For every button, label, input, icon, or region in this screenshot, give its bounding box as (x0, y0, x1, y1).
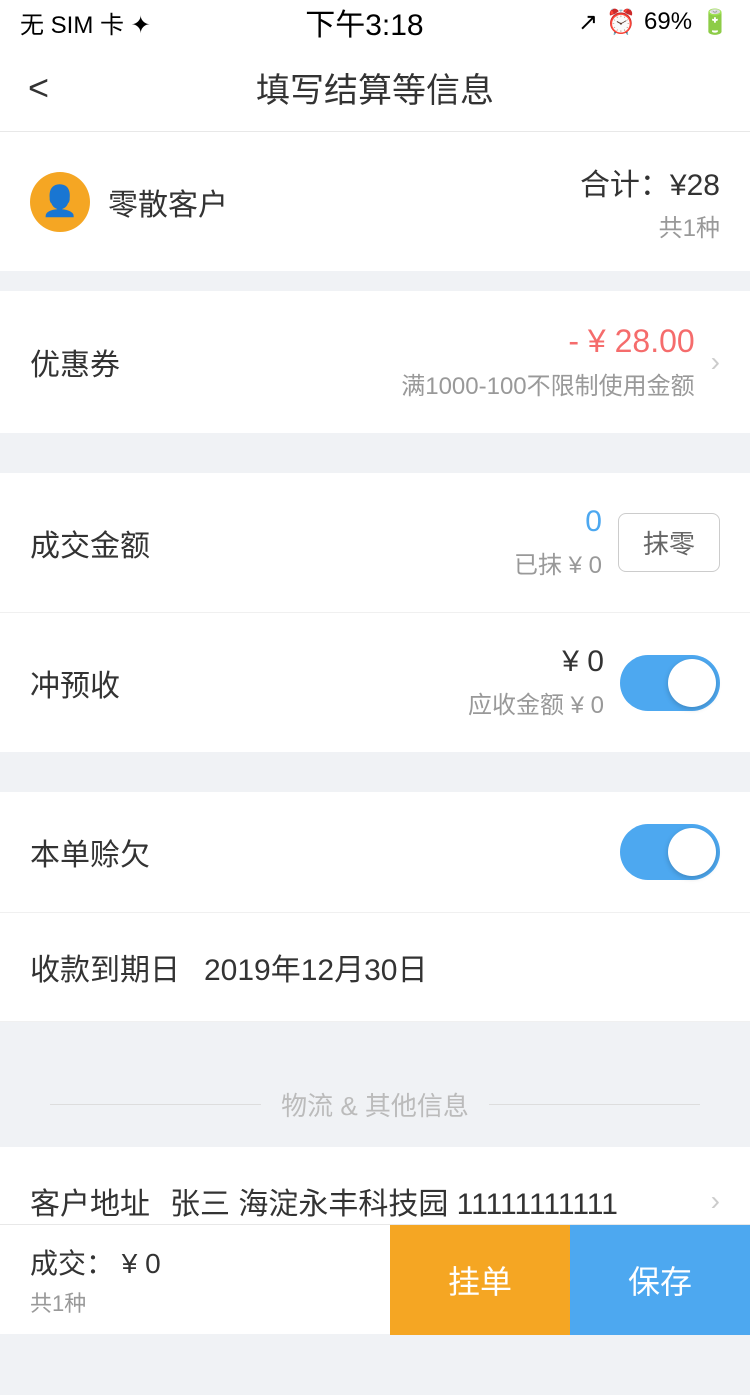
bottom-deal-label: 成交： (30, 1248, 114, 1279)
credit-right (620, 824, 720, 880)
logistics-separator: 物流 & 其他信息 (0, 1062, 750, 1147)
deal-amount-sub: 已抹 ¥ 0 (514, 545, 602, 580)
customer-left: 👤 零散客户 (30, 172, 228, 232)
chevron-right-icon: › (711, 346, 720, 378)
coupon-right: - ¥ 28.00 满1000-100不限制使用金额 › (401, 323, 720, 401)
customer-section: 👤 零散客户 合计：¥28 共1种 (0, 132, 750, 271)
location-icon: ↗ (578, 8, 598, 37)
logistics-label: 物流 & 其他信息 (281, 1086, 469, 1123)
status-left: 无 SIM 卡 ✦ (20, 5, 151, 40)
deal-section: 成交金额 0 已抹 ¥ 0 抹零 冲预收 ¥ 0 应收金额 ¥ 0 (0, 473, 750, 752)
bottom-deal-value: ¥ 0 (122, 1248, 161, 1279)
prepayment-value: ¥ 0 (468, 645, 604, 679)
address-chevron-icon: › (711, 1185, 720, 1217)
prepayment-row: 冲预收 ¥ 0 应收金额 ¥ 0 (0, 613, 750, 752)
address-value: 张三 海淀永丰科技园 11111111111 (170, 1179, 711, 1223)
prepayment-label: 冲预收 (30, 661, 120, 705)
coupon-label: 优惠券 (30, 340, 120, 384)
save-button[interactable]: 保存 (570, 1225, 750, 1335)
sim-status: 无 SIM 卡 ✦ (20, 5, 151, 40)
customer-name: 零散客户 (108, 180, 228, 224)
content-area: 👤 零散客户 合计：¥28 共1种 优惠券 - ¥ 28.00 满1000-10… (0, 132, 750, 1395)
battery-icon: 🔋 (700, 8, 730, 37)
credit-row: 本单赊欠 (0, 792, 750, 913)
avatar-icon: 👤 (41, 184, 78, 219)
coupon-row[interactable]: 优惠券 - ¥ 28.00 满1000-100不限制使用金额 › (0, 291, 750, 433)
deal-amount-row: 成交金额 0 已抹 ¥ 0 抹零 (0, 473, 750, 613)
due-date-value: 2019年12月30日 (204, 945, 427, 989)
bottom-deal-row: 成交： ¥ 0 (30, 1242, 360, 1282)
credit-label: 本单赊欠 (30, 830, 150, 874)
due-date-row: 收款到期日 2019年12月30日 (0, 913, 750, 1022)
coupon-discount: - ¥ 28.00 (401, 323, 694, 360)
status-bar: 无 SIM 卡 ✦ 下午3:18 ↗ ⏰ 69% 🔋 (0, 0, 750, 44)
battery-level: 69% (644, 8, 692, 36)
prepayment-right: ¥ 0 应收金额 ¥ 0 (468, 645, 720, 720)
customer-right: 合计：¥28 共1种 (580, 160, 720, 243)
toggle-knob (668, 659, 716, 707)
divider-2 (0, 772, 750, 792)
coupon-section: 优惠券 - ¥ 28.00 满1000-100不限制使用金额 › (0, 291, 750, 433)
coupon-sub: 满1000-100不限制使用金额 (401, 366, 694, 401)
customer-total: 合计：¥28 (580, 160, 720, 204)
prepayment-toggle[interactable] (620, 655, 720, 711)
back-button[interactable]: < (28, 67, 49, 109)
credit-section: 本单赊欠 收款到期日 2019年12月30日 (0, 792, 750, 1022)
divider-1 (0, 453, 750, 473)
deal-amount-label: 成交金额 (30, 521, 150, 565)
status-right: ↗ ⏰ 69% 🔋 (578, 8, 730, 37)
bottom-bar: 成交： ¥ 0 共1种 挂单 保存 (0, 1224, 750, 1334)
deal-amount-value: 0 (514, 505, 602, 539)
customer-count: 共1种 (580, 208, 720, 243)
bottom-summary: 成交： ¥ 0 共1种 (0, 1242, 390, 1318)
round-zero-button[interactable]: 抹零 (618, 513, 720, 572)
deal-amount-right: 0 已抹 ¥ 0 抹零 (514, 505, 720, 580)
pending-button[interactable]: 挂单 (390, 1225, 570, 1335)
due-date-label: 收款到期日 (30, 945, 180, 989)
prepayment-col: ¥ 0 应收金额 ¥ 0 (468, 645, 604, 720)
address-label: 客户地址 (30, 1179, 150, 1223)
coupon-value-col: - ¥ 28.00 满1000-100不限制使用金额 (401, 323, 694, 401)
deal-amount-col: 0 已抹 ¥ 0 (514, 505, 602, 580)
divider-3 (0, 1042, 750, 1062)
prepayment-sub: 应收金额 ¥ 0 (468, 685, 604, 720)
page-title: 填写结算等信息 (256, 63, 494, 112)
nav-bar: < 填写结算等信息 (0, 44, 750, 132)
bottom-count: 共1种 (30, 1286, 360, 1318)
credit-toggle-knob (668, 828, 716, 876)
avatar: 👤 (30, 172, 90, 232)
credit-toggle[interactable] (620, 824, 720, 880)
status-time: 下午3:18 (305, 0, 423, 44)
alarm-icon: ⏰ (606, 8, 636, 37)
